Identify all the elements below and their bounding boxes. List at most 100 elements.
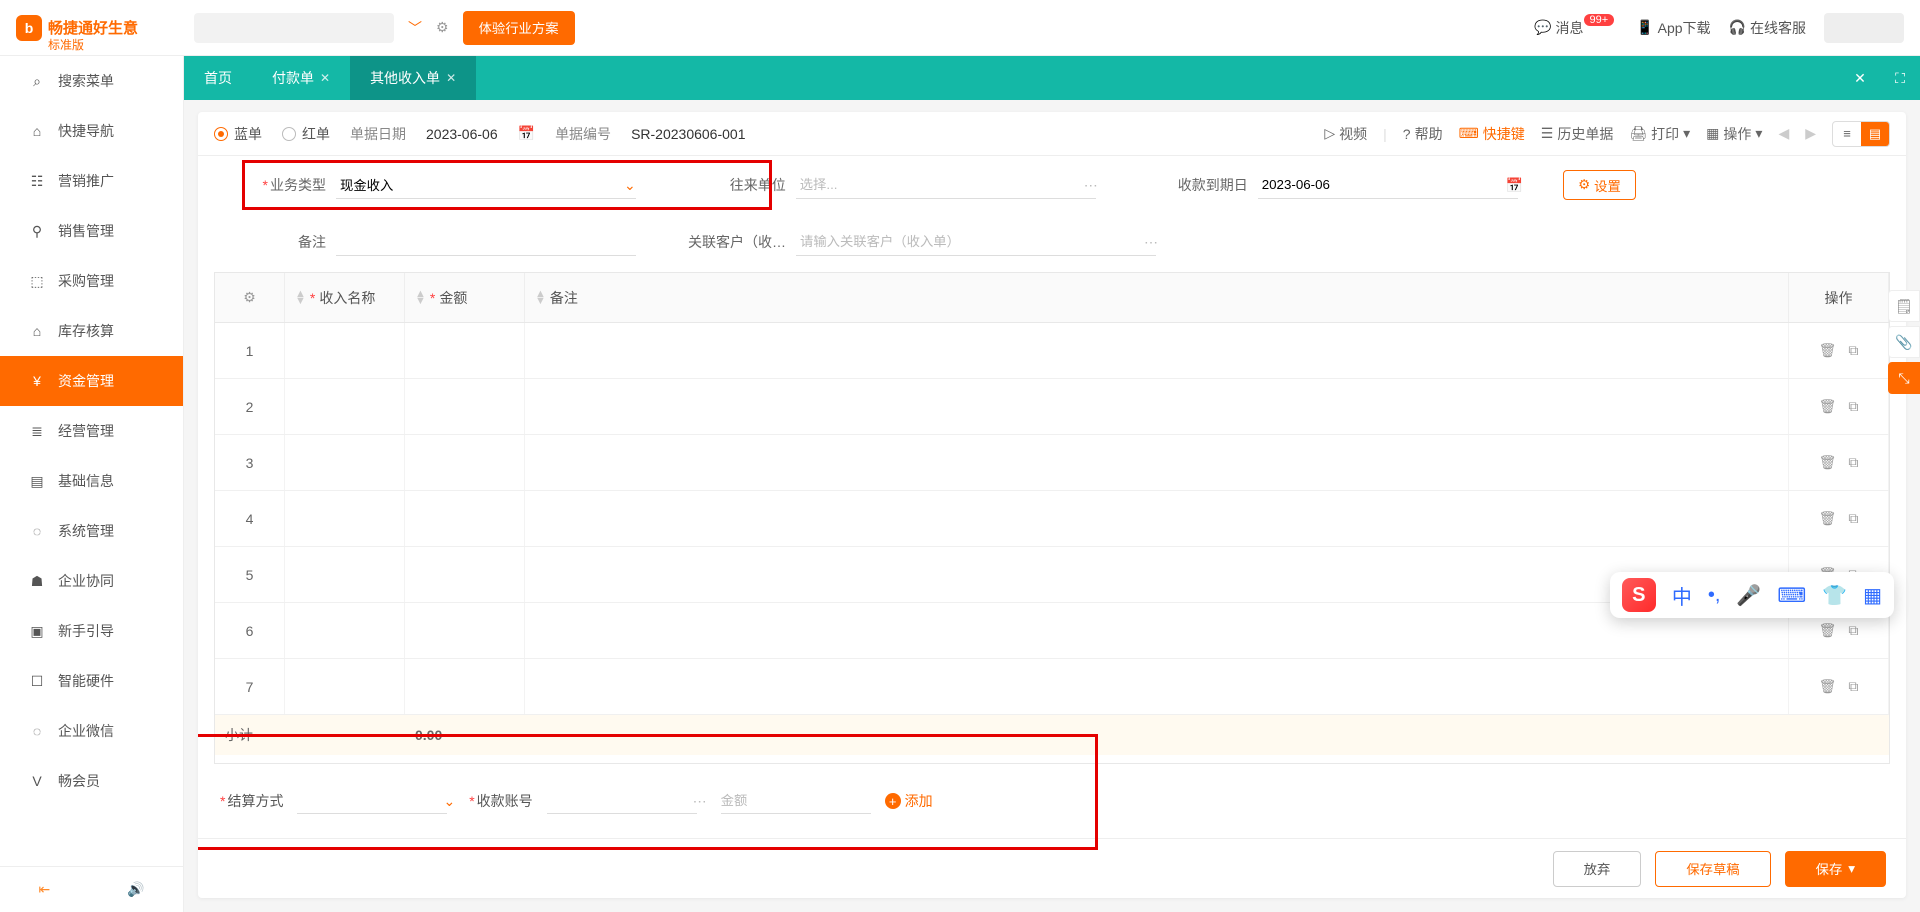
sidebar-item-quicknav[interactable]: ⌂快捷导航 bbox=[0, 106, 183, 156]
settings-button[interactable]: ⚙设置 bbox=[1563, 170, 1636, 200]
sidebar-item-collab[interactable]: ☗企业协同 bbox=[0, 556, 183, 606]
sidebar-item-marketing[interactable]: ☷营销推广 bbox=[0, 156, 183, 206]
copy-row-icon[interactable]: ⧉ bbox=[1848, 622, 1858, 639]
cell-amount[interactable] bbox=[405, 547, 525, 602]
radio-red[interactable]: 红单 bbox=[282, 124, 330, 144]
video-button[interactable]: ▷视频 bbox=[1324, 124, 1367, 144]
settle-method-input[interactable] bbox=[297, 788, 447, 814]
biz-type-input[interactable] bbox=[336, 171, 636, 199]
next-doc-button[interactable]: ▶ bbox=[1805, 125, 1816, 142]
help-button[interactable]: ?帮助 bbox=[1403, 124, 1443, 144]
sidebar-item-system[interactable]: ◌系统管理 bbox=[0, 506, 183, 556]
rail-note-icon[interactable]: 🗒 bbox=[1888, 290, 1920, 322]
cell-amount[interactable] bbox=[405, 435, 525, 490]
cell-income-name[interactable] bbox=[285, 435, 405, 490]
cell-income-name[interactable] bbox=[285, 379, 405, 434]
copy-row-icon[interactable]: ⧉ bbox=[1848, 398, 1858, 415]
sound-icon[interactable]: 🔊 bbox=[127, 881, 144, 898]
save-draft-button[interactable]: 保存草稿 bbox=[1655, 851, 1770, 887]
delete-row-icon[interactable]: 🗑 bbox=[1819, 342, 1837, 359]
table-row[interactable]: 1🗑⧉ bbox=[215, 323, 1889, 379]
col-amount[interactable]: ▲▼*金额 bbox=[405, 273, 525, 322]
cell-remark[interactable] bbox=[525, 547, 1789, 602]
cell-income-name[interactable] bbox=[285, 603, 405, 658]
view-list-button[interactable]: ≡ bbox=[1833, 122, 1861, 146]
chevron-down-icon[interactable]: ⌄ bbox=[443, 793, 455, 810]
settle-account-input[interactable] bbox=[547, 788, 697, 814]
sidebar-item-funds[interactable]: ¥资金管理 bbox=[0, 356, 183, 406]
cell-income-name[interactable] bbox=[285, 547, 405, 602]
cell-remark[interactable] bbox=[525, 491, 1789, 546]
abandon-button[interactable]: 放弃 bbox=[1553, 851, 1642, 887]
sidebar-item-hardware[interactable]: ☐智能硬件 bbox=[0, 656, 183, 706]
sidebar-item-search[interactable]: ⌕搜索菜单 bbox=[0, 56, 183, 106]
ime-skin-icon[interactable]: 👕 bbox=[1822, 583, 1847, 608]
close-icon[interactable]: ✕ bbox=[320, 71, 330, 85]
sidebar-item-basedata[interactable]: ▤基础信息 bbox=[0, 456, 183, 506]
history-button[interactable]: ☰历史单据 bbox=[1541, 124, 1614, 144]
cell-remark[interactable] bbox=[525, 603, 1789, 658]
print-button[interactable]: 🖨打印▾ bbox=[1629, 124, 1690, 144]
delete-row-icon[interactable]: 🗑 bbox=[1819, 398, 1837, 415]
table-row[interactable]: 3🗑⧉ bbox=[215, 435, 1889, 491]
sidebar-item-purchase[interactable]: ⬚采购管理 bbox=[0, 256, 183, 306]
table-row[interactable]: 7🗑⧉ bbox=[215, 659, 1889, 715]
sidebar-item-sales[interactable]: ⚲销售管理 bbox=[0, 206, 183, 256]
cell-income-name[interactable] bbox=[285, 659, 405, 714]
calendar-icon[interactable]: 📅 bbox=[518, 125, 535, 142]
cell-remark[interactable] bbox=[525, 435, 1789, 490]
cell-amount[interactable] bbox=[405, 323, 525, 378]
shortcut-button[interactable]: ⌨快捷键 bbox=[1459, 124, 1525, 144]
table-row[interactable]: 4🗑⧉ bbox=[215, 491, 1889, 547]
more-icon[interactable]: ⋯ bbox=[693, 793, 707, 810]
due-date-input[interactable] bbox=[1258, 171, 1518, 199]
operate-button[interactable]: ▦操作▾ bbox=[1706, 124, 1762, 144]
table-settings-cell[interactable]: ⚙ bbox=[215, 273, 285, 322]
copy-row-icon[interactable]: ⧉ bbox=[1848, 454, 1858, 471]
cell-remark[interactable] bbox=[525, 659, 1789, 714]
view-form-button[interactable]: ▤ bbox=[1861, 122, 1889, 146]
cell-income-name[interactable] bbox=[285, 323, 405, 378]
user-avatar[interactable] bbox=[1824, 13, 1904, 43]
rail-expand-icon[interactable]: ⤡ bbox=[1888, 362, 1920, 394]
radio-blue[interactable]: 蓝单 bbox=[214, 124, 262, 144]
cell-amount[interactable] bbox=[405, 491, 525, 546]
delete-row-icon[interactable]: 🗑 bbox=[1819, 510, 1837, 527]
doc-date-value[interactable]: 2023-06-06 bbox=[426, 126, 498, 142]
close-icon[interactable]: ✕ bbox=[446, 71, 456, 85]
cell-amount[interactable] bbox=[405, 379, 525, 434]
save-button[interactable]: 保存▾ bbox=[1785, 851, 1886, 887]
cell-remark[interactable] bbox=[525, 379, 1789, 434]
ime-keyboard-icon[interactable]: ⌨ bbox=[1777, 583, 1806, 608]
settle-amount-input[interactable] bbox=[721, 788, 871, 814]
ime-mic-icon[interactable]: 🎤 bbox=[1736, 583, 1761, 608]
cell-amount[interactable] bbox=[405, 603, 525, 658]
ime-toolbox-icon[interactable]: ▦ bbox=[1863, 583, 1882, 608]
tab-payment[interactable]: 付款单✕ bbox=[252, 56, 350, 100]
more-icon[interactable]: ⋯ bbox=[1144, 234, 1158, 251]
sidebar-item-operation[interactable]: ≣经营管理 bbox=[0, 406, 183, 456]
col-income-name[interactable]: ▲▼*收入名称 bbox=[285, 273, 405, 322]
trial-button[interactable]: 体验行业方案 bbox=[463, 11, 575, 45]
copy-row-icon[interactable]: ⧉ bbox=[1848, 342, 1858, 359]
tab-home[interactable]: 首页 bbox=[184, 56, 252, 100]
sidebar-item-wechat[interactable]: ◌企业微信 bbox=[0, 706, 183, 756]
tenant-selector[interactable] bbox=[194, 13, 394, 43]
remark-input[interactable] bbox=[336, 228, 636, 256]
delete-row-icon[interactable]: 🗑 bbox=[1819, 622, 1837, 639]
rail-attach-icon[interactable]: 📎 bbox=[1888, 326, 1920, 358]
chevron-down-icon[interactable]: ﹀ bbox=[408, 18, 422, 38]
cell-amount[interactable] bbox=[405, 659, 525, 714]
party-input[interactable] bbox=[796, 171, 1096, 199]
delete-row-icon[interactable]: 🗑 bbox=[1819, 678, 1837, 695]
tabs-close-button[interactable]: ✕ bbox=[1840, 56, 1880, 100]
col-remark[interactable]: ▲▼备注 bbox=[525, 273, 1789, 322]
ime-logo-icon[interactable]: S bbox=[1622, 578, 1656, 612]
tab-other-income[interactable]: 其他收入单✕ bbox=[350, 56, 476, 100]
app-download-button[interactable]: 📱 App下载 bbox=[1636, 18, 1710, 38]
ime-lang-icon[interactable]: 中 bbox=[1672, 581, 1692, 610]
add-settlement-button[interactable]: +添加 bbox=[885, 791, 933, 811]
more-icon[interactable]: ⋯ bbox=[1084, 177, 1098, 194]
copy-row-icon[interactable]: ⧉ bbox=[1848, 510, 1858, 527]
table-row[interactable]: 2🗑⧉ bbox=[215, 379, 1889, 435]
